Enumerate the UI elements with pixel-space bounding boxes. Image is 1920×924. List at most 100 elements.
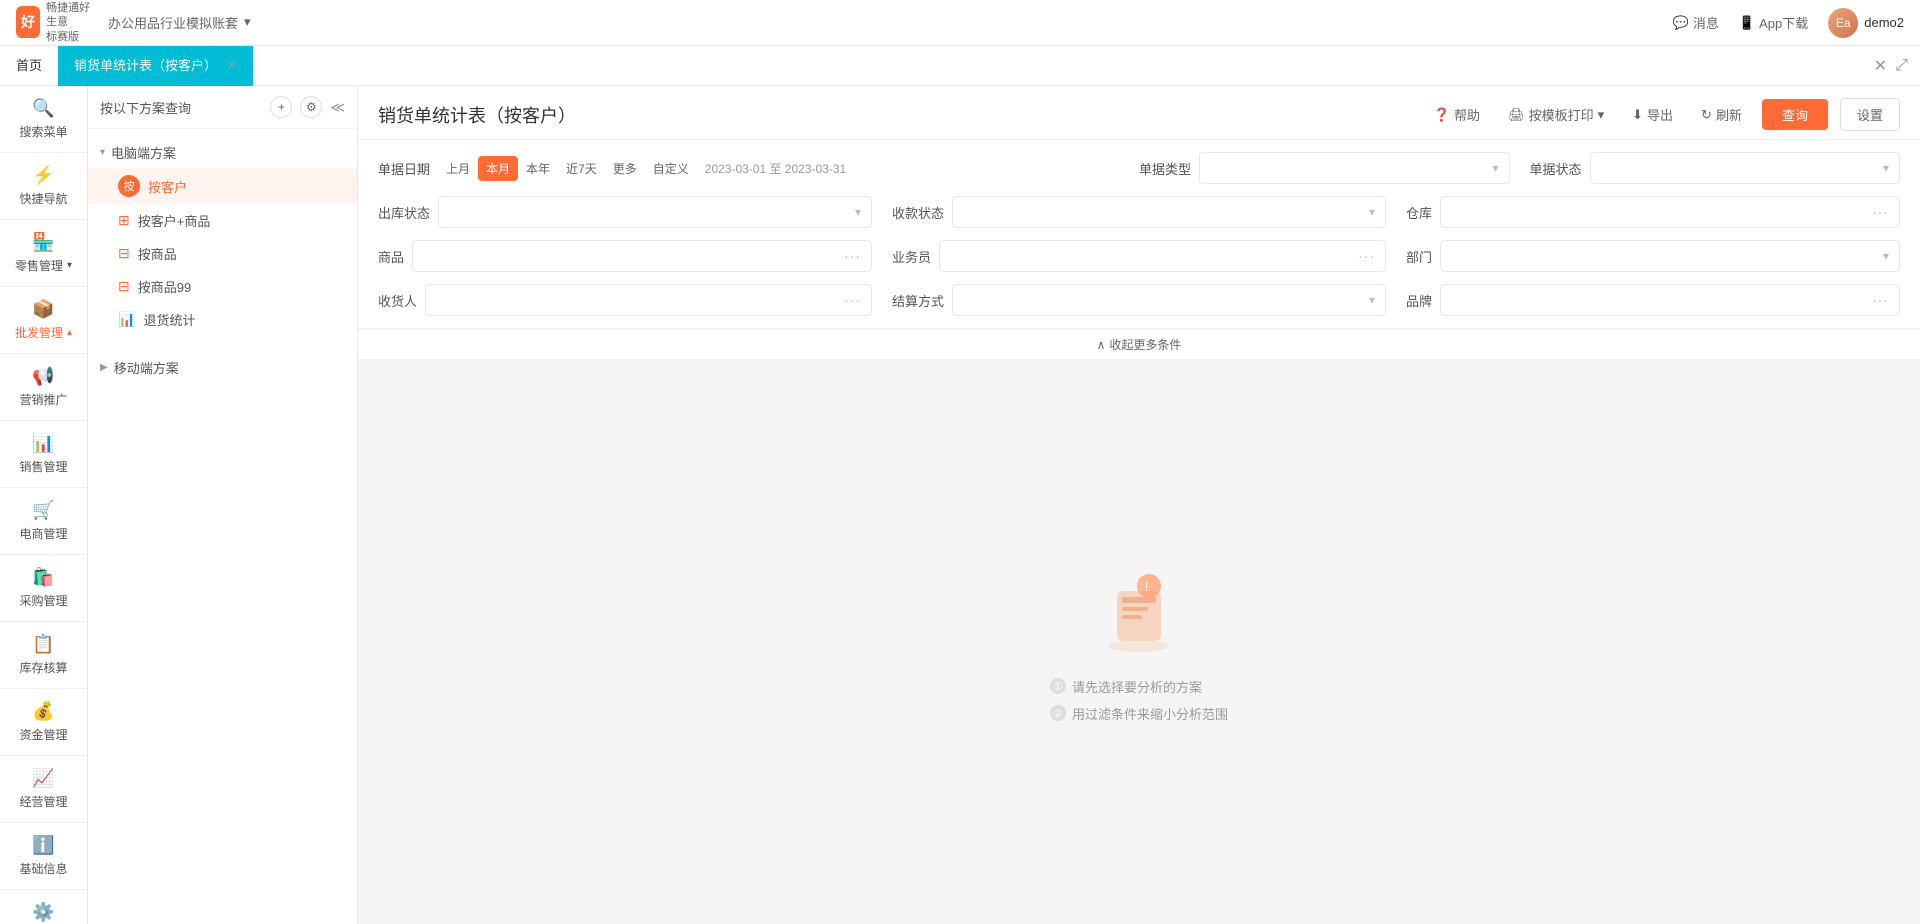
username-label: demo2: [1864, 15, 1904, 30]
search-panel: 按以下方案查询 + ⚙ ≪ ▾ 电脑端方案 按 按客户: [88, 86, 358, 924]
wholesale-mgmt-label: 批发管理: [15, 324, 63, 341]
page-title: 销货单统计表（按客户）: [378, 102, 576, 128]
filter-item-receipt-status: 收款状态 ▾: [892, 196, 1386, 228]
warehouse-ellipsis-icon: ···: [1872, 204, 1889, 220]
date-tab-current-year[interactable]: 本年: [518, 156, 558, 181]
collapse-panel-button[interactable]: ≪: [330, 99, 345, 116]
sidebar-item-sales-mgmt[interactable]: 📊 销售管理: [0, 421, 87, 488]
sidebar-item-quick-nav[interactable]: ⚡ 快捷导航: [0, 153, 87, 220]
sidebar-item-wholesale-mgmt[interactable]: 📦 批发管理 ▴: [0, 287, 87, 354]
doc-status-control[interactable]: ▾: [1590, 152, 1900, 184]
refresh-button[interactable]: ↻ 刷新: [1693, 101, 1750, 128]
tab-sales-stats[interactable]: 销货单统计表（按客户） ✕: [58, 46, 253, 86]
sidebar-item-retail-mgmt[interactable]: 🏪 零售管理 ▾: [0, 220, 87, 287]
message-button[interactable]: 💬 消息: [1673, 13, 1719, 32]
settings-scheme-button[interactable]: ⚙: [300, 96, 322, 118]
sidebar-item-purchase-mgmt[interactable]: 🛍️ 采购管理: [0, 555, 87, 622]
date-tab-current-month[interactable]: 本月: [478, 156, 518, 181]
sidebar-item-ecommerce-mgmt[interactable]: 🛒 电商管理: [0, 488, 87, 555]
sidebar-item-basic-info[interactable]: ℹ️ 基础信息: [0, 823, 87, 890]
finance-mgmt-icon: 💰: [32, 701, 54, 722]
export-button[interactable]: ⬇ 导出: [1624, 101, 1681, 128]
date-tab-last-month[interactable]: 上月: [438, 156, 478, 181]
scheme-item-by-customer[interactable]: 按 按客户: [88, 168, 357, 204]
pc-schemes-header[interactable]: ▾ 电脑端方案: [88, 137, 357, 168]
mobile-schemes-section: ▶ 移动端方案: [88, 344, 357, 391]
out-status-label: 出库状态: [378, 203, 430, 222]
sidebar-item-finance-mgmt[interactable]: 💰 资金管理: [0, 689, 87, 756]
query-button[interactable]: 查询: [1762, 99, 1828, 130]
tab-close-icon[interactable]: ✕: [227, 58, 237, 72]
tab-close-button[interactable]: ✕: [1874, 56, 1887, 76]
filter-item-doc-type: 单据类型 ▾: [1139, 152, 1510, 184]
settlement-control[interactable]: ▾: [952, 284, 1386, 316]
help-label: 帮助: [1454, 105, 1480, 124]
app-download-button[interactable]: 📱 App下载: [1739, 13, 1808, 32]
brand-control[interactable]: ···: [1440, 284, 1900, 316]
ecommerce-mgmt-label: 电商管理: [19, 525, 67, 542]
tip-2-num: ②: [1050, 705, 1066, 721]
settings-button[interactable]: 设置: [1840, 98, 1900, 131]
wholesale-mgmt-icon: 📦: [32, 299, 54, 320]
scheme-item-by-product[interactable]: ⊟ 按商品: [88, 237, 357, 270]
by-customer-product-icon: ⊞: [118, 212, 130, 229]
help-button[interactable]: ❓ 帮助: [1426, 101, 1488, 128]
sidebar-item-inventory[interactable]: 📋 库存核算: [0, 622, 87, 689]
date-tab-custom[interactable]: 自定义: [645, 156, 697, 181]
salesperson-control[interactable]: ···: [939, 240, 1386, 272]
sidebar-item-marketing[interactable]: 📢 营销推广: [0, 354, 87, 421]
doc-status-label: 单据状态: [1530, 159, 1582, 178]
department-control[interactable]: ▾: [1440, 240, 1900, 272]
svg-text:!: !: [1145, 580, 1148, 594]
out-status-arrow-icon: ▾: [855, 205, 861, 219]
returns-stats-icon: 📊: [118, 311, 135, 328]
doc-type-control[interactable]: ▾: [1199, 152, 1509, 184]
download-icon: 📱: [1739, 15, 1755, 31]
basic-info-label: 基础信息: [19, 860, 67, 877]
sales-stats-tab-label: 销货单统计表（按客户）: [74, 55, 217, 74]
user-avatar-area[interactable]: Ea demo2: [1828, 8, 1904, 38]
recipient-control[interactable]: ···: [425, 284, 872, 316]
date-tab-last-7-days[interactable]: 近7天: [558, 156, 605, 181]
search-panel-actions: + ⚙ ≪: [270, 96, 345, 118]
by-product-99-label: 按商品99: [138, 277, 191, 296]
pc-schemes-section: ▾ 电脑端方案 按 按客户 ⊞ 按客户+商品 ⊟ 按商品 ⊟ 按商品99 📊: [88, 129, 357, 344]
receipt-status-arrow-icon: ▾: [1369, 205, 1375, 219]
mobile-schemes-header[interactable]: ▶ 移动端方案: [88, 352, 357, 383]
template-print-label: 按模板打印: [1529, 105, 1594, 124]
warehouse-control[interactable]: ···: [1440, 196, 1900, 228]
filter-item-doc-status: 单据状态 ▾: [1530, 152, 1901, 184]
by-customer-icon: 按: [118, 175, 140, 197]
refresh-icon: ↻: [1701, 107, 1712, 123]
filter-row-1: 单据日期 上月 本月 本年 近7天 更多 自定义 2023-03-01 至 20…: [378, 152, 1900, 184]
tab-maximize-button[interactable]: ⤢: [1895, 57, 1908, 75]
scheme-item-by-customer-product[interactable]: ⊞ 按客户+商品: [88, 204, 357, 237]
sidebar-item-operations-mgmt[interactable]: 📈 经营管理: [0, 756, 87, 823]
out-status-control[interactable]: ▾: [438, 196, 872, 228]
logo-text: 畅捷通好生意 标赛版: [46, 1, 96, 44]
scheme-item-returns-stats[interactable]: 📊 退货统计: [88, 303, 357, 336]
breadcrumb-text: 办公用品行业模拟账套: [108, 13, 238, 32]
collapse-bar[interactable]: ∧ 收起更多条件: [358, 329, 1920, 360]
marketing-label: 营销推广: [19, 391, 67, 408]
salesperson-label: 业务员: [892, 247, 931, 266]
empty-tips: ① 请先选择要分析的方案 ② 用过滤条件来缩小分析范围: [1050, 677, 1228, 723]
receipt-status-control[interactable]: ▾: [952, 196, 1386, 228]
recipient-label: 收货人: [378, 291, 417, 310]
add-scheme-button[interactable]: +: [270, 96, 292, 118]
tab-home[interactable]: 首页: [0, 46, 58, 86]
main-layout: 🔍 搜索菜单 ⚡ 快捷导航 🏪 零售管理 ▾ 📦 批发管理 ▴ 📢 营销推广: [0, 86, 1920, 924]
date-tab-more[interactable]: 更多: [605, 156, 645, 181]
filter-row-2: 出库状态 ▾ 收款状态 ▾ 仓库: [378, 196, 1900, 228]
sidebar-item-system-mgmt[interactable]: ⚙️ 系统管理: [0, 890, 87, 924]
pc-schemes-label: 电脑端方案: [111, 143, 176, 162]
doc-type-label: 单据类型: [1139, 159, 1191, 178]
product-control[interactable]: ···: [412, 240, 872, 272]
pc-schemes-arrow-icon: ▾: [100, 147, 105, 158]
scheme-item-by-product-99[interactable]: ⊟ 按商品99: [88, 270, 357, 303]
template-print-button[interactable]: 🖨 按模板打印 ▾: [1500, 101, 1612, 128]
page-header: 销货单统计表（按客户） ❓ 帮助 🖨 按模板打印 ▾ ⬇ 导出 ↻ 刷新: [358, 86, 1920, 140]
empty-state: ! ① 请先选择要分析的方案 ② 用过滤条件来缩小分析范围: [1050, 561, 1228, 723]
sidebar-item-search-menu[interactable]: 🔍 搜索菜单: [0, 86, 87, 153]
tab-bar: 首页 销货单统计表（按客户） ✕ ✕ ⤢: [0, 46, 1920, 86]
